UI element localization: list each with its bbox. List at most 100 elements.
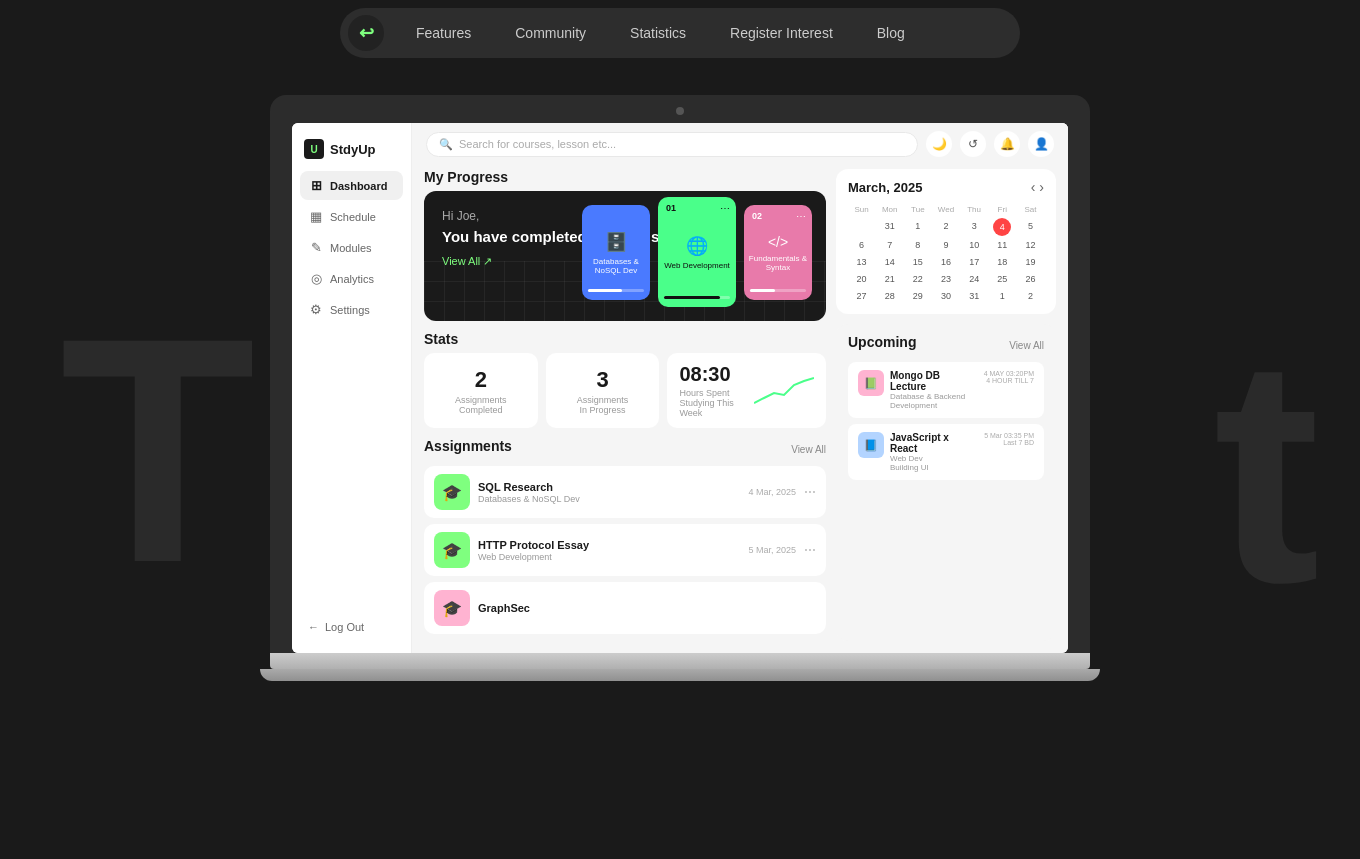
upcoming-item-0: 📗 Mongo DB Lecture Database & BackendDev…	[848, 362, 1044, 418]
upcoming-item-sub-1: Web DevBuilding UI	[890, 454, 978, 472]
hero-card-1: 01 ⋯ 🌐 Web Development	[658, 197, 736, 307]
calendar-nav: ‹ ›	[1031, 179, 1044, 195]
laptop-base	[270, 653, 1090, 669]
hero-card-label-1: Web Development	[660, 261, 734, 270]
hero-cards: 🗄️ Databases & NoSQL Dev 01	[582, 205, 812, 307]
cal-date-cell[interactable]: 5	[1017, 218, 1044, 236]
sidebar-item-modules[interactable]: ✎ Modules	[300, 233, 403, 262]
progress-section: My Progress Hi Joe, You have completed 5…	[424, 169, 826, 321]
assignment-more-1[interactable]: ⋯	[804, 543, 816, 557]
nav-item-register[interactable]: Register Interest	[710, 17, 853, 49]
cal-date-cell[interactable]: 28	[876, 288, 903, 304]
hero-card-icon-2: </>	[768, 234, 788, 250]
cal-date-cell[interactable]: 6	[848, 237, 875, 253]
hero-card-label-2: Fundamentals & Syntax	[744, 254, 812, 272]
cal-date-cell[interactable]: 4	[993, 218, 1011, 236]
logout-button[interactable]: ← Log Out	[292, 613, 411, 641]
cal-date-cell[interactable]: 12	[1017, 237, 1044, 253]
cal-date-cell[interactable]	[848, 218, 875, 236]
assignments-view-all[interactable]: View All	[791, 444, 826, 455]
upcoming-view-all[interactable]: View All	[1009, 340, 1044, 351]
cal-date-cell[interactable]: 16	[932, 254, 959, 270]
cal-date-cell[interactable]: 31	[961, 288, 988, 304]
cal-date-cell[interactable]: 9	[932, 237, 959, 253]
calendar-next-btn[interactable]: ›	[1039, 179, 1044, 195]
sidebar-nav: ⊞ Dashboard ▦ Schedule ✎ Modules ◎	[292, 171, 411, 613]
nav-item-statistics[interactable]: Statistics	[610, 17, 706, 49]
hero-card-num-1: 01	[666, 203, 676, 213]
calendar-title: March, 2025	[848, 180, 922, 195]
stats-section: Stats 2 AssignmentsCompleted 3 Assignmen…	[424, 331, 826, 428]
nav-item-features[interactable]: Features	[396, 17, 491, 49]
laptop-mockup: U StdyUp ⊞ Dashboard ▦ Schedule	[270, 95, 1090, 681]
right-column: March, 2025 ‹ › Sun Mon Tue	[836, 169, 1056, 641]
cal-date-cell[interactable]: 2	[932, 218, 959, 236]
hero-card-icon-0: 🗄️	[605, 231, 627, 253]
cal-date-cell[interactable]: 17	[961, 254, 988, 270]
cal-date-cell[interactable]: 30	[932, 288, 959, 304]
cal-date-cell[interactable]: 18	[989, 254, 1016, 270]
assignment-more-0[interactable]: ⋯	[804, 485, 816, 499]
assignment-info-1: HTTP Protocol Essay Web Development	[478, 539, 740, 562]
topbar: 🔍 Search for courses, lesson etc... 🌙 ↺ …	[412, 123, 1068, 165]
cal-date-cell[interactable]: 14	[876, 254, 903, 270]
calendar-widget: March, 2025 ‹ › Sun Mon Tue	[836, 169, 1056, 314]
sidebar-item-dashboard[interactable]: ⊞ Dashboard	[300, 171, 403, 200]
sidebar-label-dashboard: Dashboard	[330, 180, 387, 192]
notifications-icon[interactable]: 🔔	[994, 131, 1020, 157]
nav-item-community[interactable]: Community	[495, 17, 606, 49]
cal-date-cell[interactable]: 23	[932, 271, 959, 287]
cal-date-cell[interactable]: 24	[961, 271, 988, 287]
assignment-title-1: HTTP Protocol Essay	[478, 539, 740, 551]
assignment-info-2: GraphSec	[478, 602, 816, 614]
profile-icon[interactable]: 👤	[1028, 131, 1054, 157]
cal-date-cell[interactable]: 21	[876, 271, 903, 287]
top-navigation: ↩ Features Community Statistics Register…	[340, 8, 1020, 58]
theme-toggle-icon[interactable]: 🌙	[926, 131, 952, 157]
cal-date-cell[interactable]: 10	[961, 237, 988, 253]
laptop-frame: U StdyUp ⊞ Dashboard ▦ Schedule	[270, 95, 1090, 653]
assignment-title-2: GraphSec	[478, 602, 816, 614]
cal-date-cell[interactable]: 26	[1017, 271, 1044, 287]
nav-item-blog[interactable]: Blog	[857, 17, 925, 49]
sidebar-item-schedule[interactable]: ▦ Schedule	[300, 202, 403, 231]
stat-chart-label: Hours SpentStudying This Week	[679, 388, 746, 418]
upcoming-item-sub-0: Database & BackendDevelopment	[890, 392, 978, 410]
upcoming-item-title-1: JavaScript x React	[890, 432, 978, 454]
hero-card-progress-bar-2	[750, 289, 775, 292]
hero-card-dots-1: ⋯	[720, 203, 730, 214]
search-icon: 🔍	[439, 138, 453, 151]
cal-date-cell[interactable]: 15	[904, 254, 931, 270]
stat-number-0: 2	[475, 367, 487, 393]
dashboard: U StdyUp ⊞ Dashboard ▦ Schedule	[292, 123, 1068, 653]
cal-date-cell[interactable]: 29	[904, 288, 931, 304]
cal-day-wed: Wed	[932, 203, 959, 216]
cal-date-cell[interactable]: 1	[989, 288, 1016, 304]
sidebar-item-settings[interactable]: ⚙ Settings	[300, 295, 403, 324]
cal-date-cell[interactable]: 8	[904, 237, 931, 253]
upcoming-icon-0: 📗	[858, 370, 884, 396]
upcoming-info-0: Mongo DB Lecture Database & BackendDevel…	[890, 370, 978, 410]
refresh-icon[interactable]: ↺	[960, 131, 986, 157]
cal-date-cell[interactable]: 20	[848, 271, 875, 287]
cal-date-cell[interactable]: 22	[904, 271, 931, 287]
cal-date-cell[interactable]: 27	[848, 288, 875, 304]
assignments-header: Assignments View All	[424, 438, 826, 460]
sidebar-item-analytics[interactable]: ◎ Analytics	[300, 264, 403, 293]
calendar-prev-btn[interactable]: ‹	[1031, 179, 1036, 195]
cal-date-cell[interactable]: 31	[876, 218, 903, 236]
assignment-sub-1: Web Development	[478, 552, 740, 562]
cal-date-cell[interactable]: 13	[848, 254, 875, 270]
cal-date-cell[interactable]: 2	[1017, 288, 1044, 304]
stats-row: 2 AssignmentsCompleted 3 AssignmentsIn P…	[424, 353, 826, 428]
stat-card-0: 2 AssignmentsCompleted	[424, 353, 538, 428]
search-box[interactable]: 🔍 Search for courses, lesson etc...	[426, 132, 918, 157]
cal-date-cell[interactable]: 25	[989, 271, 1016, 287]
hero-card-label-0: Databases & NoSQL Dev	[582, 257, 650, 275]
cal-date-cell[interactable]: 7	[876, 237, 903, 253]
cal-date-cell[interactable]: 3	[961, 218, 988, 236]
sidebar: U StdyUp ⊞ Dashboard ▦ Schedule	[292, 123, 412, 653]
cal-date-cell[interactable]: 1	[904, 218, 931, 236]
cal-date-cell[interactable]: 19	[1017, 254, 1044, 270]
cal-date-cell[interactable]: 11	[989, 237, 1016, 253]
